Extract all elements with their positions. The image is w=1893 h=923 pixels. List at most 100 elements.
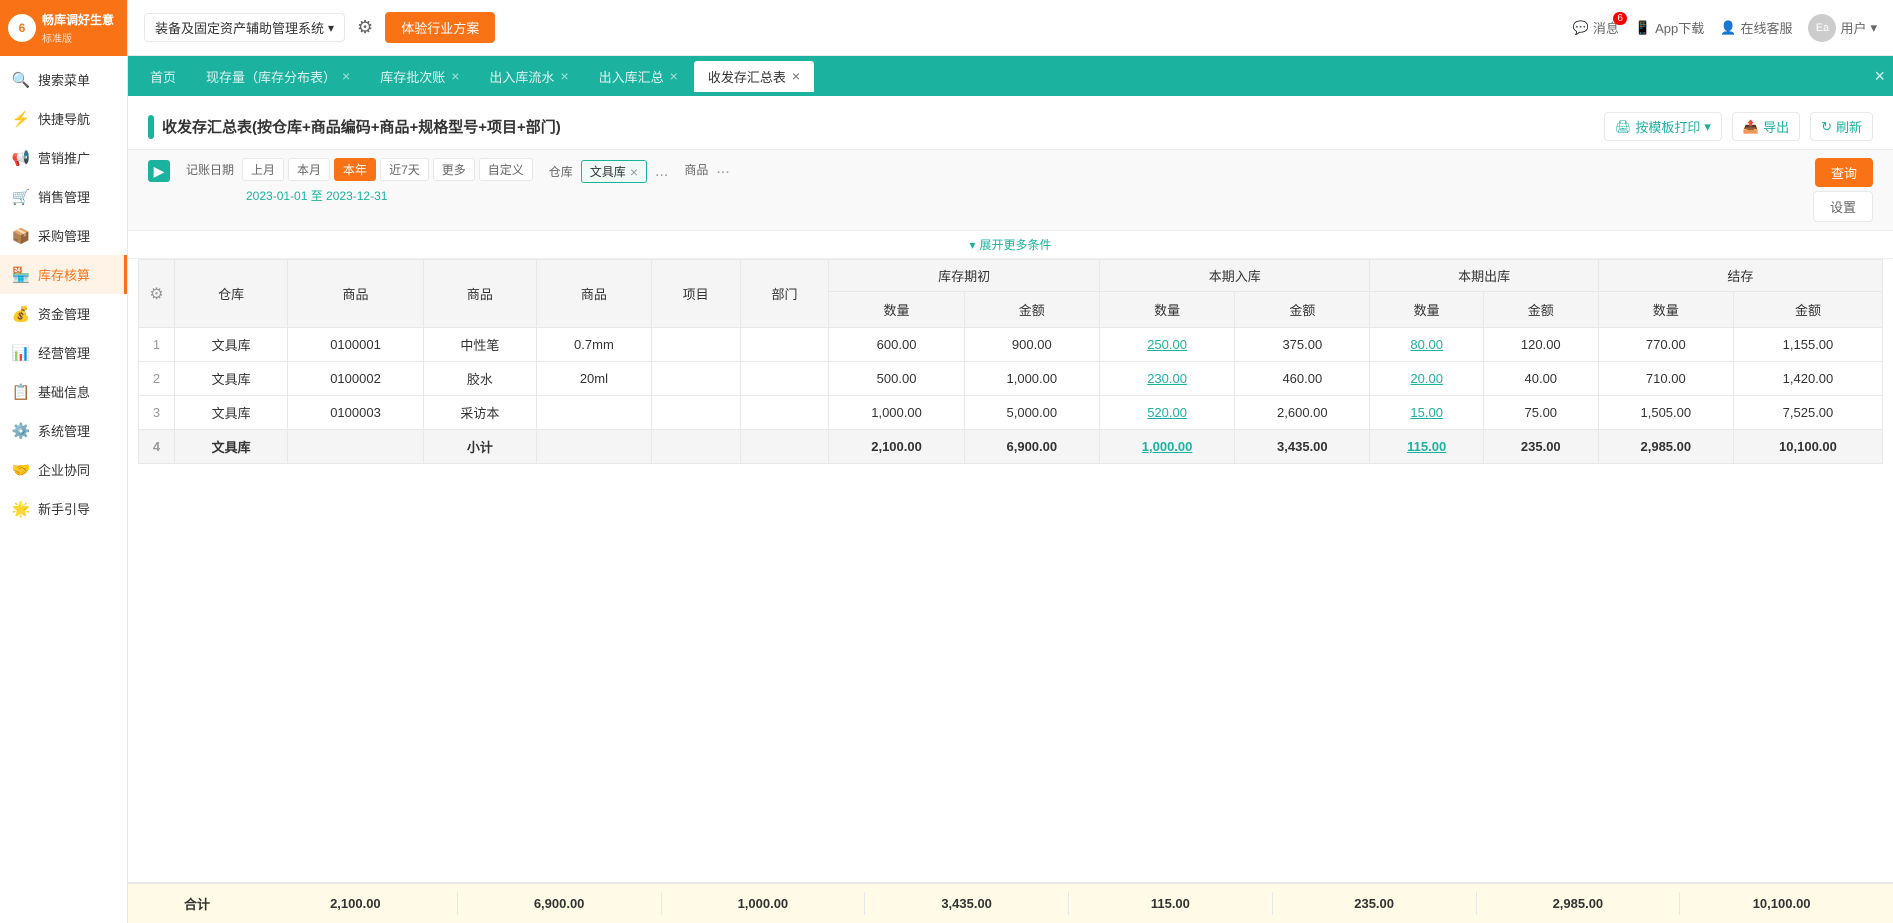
cell-out-qty[interactable]: 20.00 [1370, 362, 1483, 396]
user-menu[interactable]: Ea 用户 ▾ [1808, 14, 1877, 42]
system-selector[interactable]: 装备及固定资产辅助管理系统 ▾ [144, 13, 345, 42]
close-all-tabs-icon[interactable]: × [1874, 66, 1885, 87]
gear-settings-icon[interactable]: ⚙ [149, 286, 163, 303]
expand-more-btn[interactable]: ▾ 展开更多条件 [969, 236, 1051, 253]
online-service-btn[interactable]: 👤 在线客服 [1720, 18, 1792, 37]
date-btn-more[interactable]: 更多 [433, 158, 475, 181]
cell-in-amt: 3,435.00 [1235, 430, 1370, 464]
sidebar-item-operations[interactable]: 📊 经营管理 [0, 333, 127, 372]
gear-icon[interactable]: ⚙ [357, 17, 373, 38]
download-icon: 📱 [1635, 20, 1651, 36]
th-balance-qty: 数量 [1598, 292, 1733, 328]
export-btn[interactable]: 📤 导出 [1732, 112, 1800, 141]
footer-label: 合计 [174, 894, 254, 913]
th-project: 项目 [651, 260, 740, 328]
query-btn[interactable]: 查询 [1815, 158, 1873, 187]
cell-in-qty[interactable]: 250.00 [1099, 328, 1234, 362]
warehouse-tag[interactable]: 文具库 × [581, 160, 647, 183]
tab-summary[interactable]: 出入库汇总 × [585, 61, 692, 92]
base-icon: 📋 [12, 383, 30, 401]
warehouse-label: 仓库 [549, 163, 573, 180]
app-download-btn[interactable]: 📱 App下载 [1635, 18, 1704, 37]
topbar: 装备及固定资产辅助管理系统 ▾ ⚙ 体验行业方案 💬 消息 6 📱 App下载 … [128, 0, 1893, 56]
sidebar-item-base[interactable]: 📋 基础信息 [0, 372, 127, 411]
tab-close-icon[interactable]: × [560, 68, 568, 84]
chevron-down-icon: ▾ [1870, 20, 1877, 36]
trial-btn[interactable]: 体验行业方案 [385, 12, 495, 43]
footer-out-amt: 235.00 [1273, 892, 1477, 915]
date-label: 记账日期 [186, 161, 234, 178]
sidebar-item-search[interactable]: 🔍 搜索菜单 [0, 60, 127, 99]
cell-balance-amt: 1,420.00 [1733, 362, 1882, 396]
settings-btn[interactable]: 设置 [1813, 191, 1873, 222]
sidebar-item-guide[interactable]: 🌟 新手引导 [0, 489, 127, 528]
marketing-icon: 📢 [12, 149, 30, 167]
cell-warehouse: 文具库 [175, 362, 288, 396]
message-icon: 💬 [1573, 20, 1589, 36]
sidebar-item-system[interactable]: ⚙️ 系统管理 [0, 411, 127, 450]
date-btn-last-month[interactable]: 上月 [242, 158, 284, 181]
cell-opening-qty: 600.00 [829, 328, 964, 362]
warehouse-more[interactable]: ... [655, 163, 668, 181]
sidebar-item-finance[interactable]: 💰 资金管理 [0, 294, 127, 333]
sidebar-item-inventory[interactable]: 🏪 库存核算 [0, 255, 127, 294]
th-period-in: 本期入库 [1099, 260, 1370, 292]
sidebar-item-marketing[interactable]: 📢 营销推广 [0, 138, 127, 177]
logo-icon: 6 [8, 14, 36, 42]
cell-goods-code: 0100003 [288, 396, 423, 430]
cell-project [651, 362, 740, 396]
date-btn-this-year[interactable]: 本年 [334, 158, 376, 181]
cell-goods-code [288, 430, 423, 464]
cell-balance-amt: 1,155.00 [1733, 328, 1882, 362]
sales-icon: 🛒 [12, 188, 30, 206]
print-btn[interactable]: 🖨 按模板打印 ▾ [1604, 112, 1722, 141]
warehouse-tag-close[interactable]: × [630, 164, 638, 180]
date-btn-this-month[interactable]: 本月 [288, 158, 330, 181]
cell-department [740, 328, 829, 362]
th-balance: 结存 [1598, 260, 1882, 292]
tab-batch[interactable]: 库存批次账 × [366, 61, 473, 92]
tab-close-icon[interactable]: × [792, 68, 800, 84]
collapse-icon[interactable]: ▶ [148, 160, 170, 182]
date-btn-custom[interactable]: 自定义 [479, 158, 533, 181]
message-btn[interactable]: 💬 消息 6 [1573, 18, 1619, 37]
cell-out-amt: 235.00 [1483, 430, 1598, 464]
query-area: 查询 设置 [1813, 158, 1873, 222]
cell-out-qty[interactable]: 115.00 [1370, 430, 1483, 464]
tab-stock-dist[interactable]: 现存量（库存分布表） × [192, 61, 364, 92]
tab-recv-send[interactable]: 收发存汇总表 × [694, 61, 814, 92]
th-in-qty: 数量 [1099, 292, 1234, 328]
page-header-actions: 🖨 按模板打印 ▾ 📤 导出 ↻ 刷新 [1604, 112, 1873, 141]
sidebar-item-quick[interactable]: ⚡ 快捷导航 [0, 99, 127, 138]
th-opening-qty: 数量 [829, 292, 964, 328]
expand-more-row: ▾ 展开更多条件 [128, 231, 1893, 259]
sidebar-item-collab[interactable]: 🤝 企业协同 [0, 450, 127, 489]
cell-out-qty[interactable]: 80.00 [1370, 328, 1483, 362]
cell-goods-name: 采访本 [423, 396, 536, 430]
date-btn-group: 上月 本月 本年 近7天 更多 自定义 [242, 158, 533, 181]
th-gear[interactable]: ⚙ [139, 260, 175, 328]
goods-more[interactable]: ... [716, 160, 729, 178]
th-goods-code: 商品 [288, 260, 423, 328]
cell-in-qty[interactable]: 520.00 [1099, 396, 1234, 430]
filter-row-1: ▶ 记账日期 上月 本月 本年 近7天 更多 自定义 2023-01-01 至 … [128, 149, 1893, 231]
sidebar-item-sales[interactable]: 🛒 销售管理 [0, 177, 127, 216]
cell-in-qty[interactable]: 230.00 [1099, 362, 1234, 396]
expand-collapse-btn[interactable]: ▶ [148, 160, 170, 182]
date-btn-7days[interactable]: 近7天 [380, 158, 429, 181]
tab-home[interactable]: 首页 [136, 61, 190, 92]
tab-close-icon[interactable]: × [670, 68, 678, 84]
goods-filter: 商品 ... [684, 160, 729, 178]
th-out-amt: 金额 [1483, 292, 1598, 328]
export-icon: 📤 [1743, 119, 1759, 135]
tab-flow[interactable]: 出入库流水 × [475, 61, 582, 92]
footer-in-amt: 3,435.00 [865, 892, 1069, 915]
tab-close-icon[interactable]: × [342, 68, 350, 84]
cell-out-qty[interactable]: 15.00 [1370, 396, 1483, 430]
logo-text: 畅库调好生意 标准版 [42, 11, 114, 45]
refresh-btn[interactable]: ↻ 刷新 [1810, 112, 1873, 141]
sidebar-item-purchase[interactable]: 📦 采购管理 [0, 216, 127, 255]
tab-close-icon[interactable]: × [451, 68, 459, 84]
cell-warehouse: 文具库 [175, 396, 288, 430]
cell-in-qty[interactable]: 1,000.00 [1099, 430, 1234, 464]
